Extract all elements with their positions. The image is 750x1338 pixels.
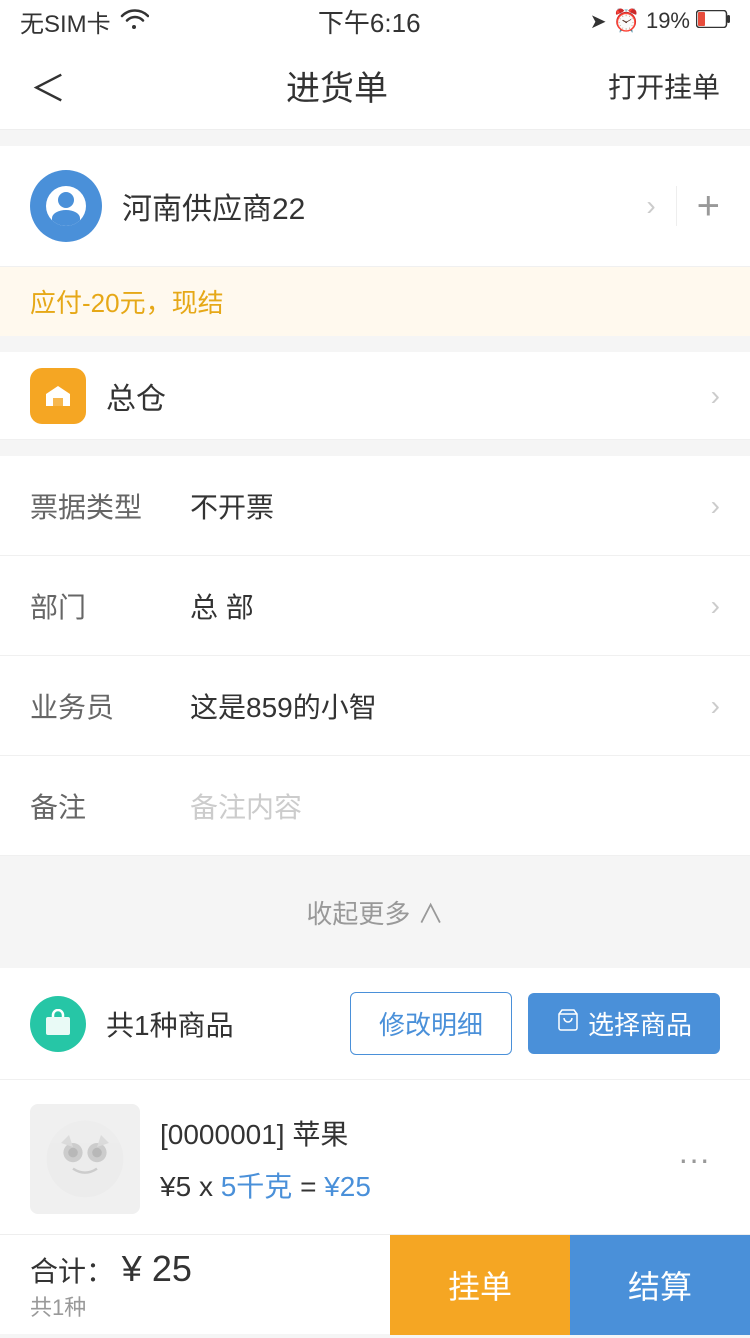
product-equals: = — [300, 1171, 316, 1202]
product-quantity: 5千克 — [221, 1171, 293, 1202]
total-amount: ¥ 25 — [122, 1248, 192, 1289]
supplier-avatar — [30, 170, 102, 242]
salesman-value: 这是859的小智 — [170, 686, 711, 726]
supplier-chevron-icon: › — [646, 190, 655, 222]
status-left: 无SIM卡 — [20, 4, 149, 39]
department-chevron-icon: › — [711, 590, 720, 622]
collapse-bar[interactable]: 收起更多 ∧ — [0, 872, 750, 952]
department-value: 总 部 — [170, 586, 711, 626]
battery-icon — [696, 8, 730, 34]
status-time: 下午6:16 — [318, 3, 421, 40]
warehouse-section[interactable]: 总仓 › — [0, 352, 750, 440]
settle-button[interactable]: 结算 — [570, 1235, 750, 1335]
warehouse-row[interactable]: 总仓 › — [0, 352, 750, 440]
hold-button[interactable]: 挂单 — [390, 1235, 570, 1335]
carrier-label: 无SIM卡 — [20, 4, 111, 39]
bottom-bar: 合计： ¥ 25 共1种 挂单 结算 — [0, 1234, 750, 1334]
warehouse-icon — [30, 368, 86, 424]
supplier-section: 河南供应商22 › + 应付-20元，现结 — [0, 146, 750, 336]
remark-input[interactable]: 备注内容 — [170, 786, 720, 826]
warehouse-name: 总仓 — [106, 374, 711, 418]
ticket-type-value: 不开票 — [170, 486, 711, 526]
department-row[interactable]: 部门 总 部 › — [0, 556, 750, 656]
supplier-name: 河南供应商22 — [122, 184, 646, 228]
product-price: ¥5 x 5千克 = ¥25 — [160, 1165, 668, 1205]
product-unit-price: ¥5 — [160, 1171, 191, 1202]
total-line: 合计： ¥ 25 — [30, 1248, 360, 1290]
product-total: ¥25 — [324, 1171, 371, 1202]
total-section: 合计： ¥ 25 共1种 — [0, 1248, 390, 1322]
supplier-divider — [676, 186, 677, 226]
battery-label: 19% — [646, 8, 690, 34]
ticket-type-row[interactable]: 票据类型 不开票 › — [0, 456, 750, 556]
product-section: 共1种商品 修改明细 选择商品 — [0, 968, 750, 1238]
product-multiply: x — [199, 1171, 213, 1202]
form-section: 票据类型 不开票 › 部门 总 部 › 业务员 这是859的小智 › 备注 备注… — [0, 456, 750, 856]
add-supplier-button[interactable]: + — [697, 186, 720, 226]
product-name: [0000001] 苹果 — [160, 1113, 668, 1153]
total-count: 共1种 — [30, 1290, 360, 1322]
department-label: 部门 — [30, 586, 170, 626]
back-button[interactable]: ＜ — [30, 60, 66, 112]
total-label: 合计： — [30, 1256, 114, 1287]
salesman-label: 业务员 — [30, 686, 170, 726]
page-title: 进货单 — [286, 61, 388, 110]
ticket-type-label: 票据类型 — [30, 486, 170, 526]
salesman-chevron-icon: › — [711, 690, 720, 722]
remark-row[interactable]: 备注 备注内容 — [0, 756, 750, 856]
product-thumbnail — [30, 1104, 140, 1214]
product-item: [0000001] 苹果 ¥5 x 5千克 = ¥25 ··· — [0, 1080, 750, 1238]
open-hold-button[interactable]: 打开挂单 — [608, 66, 720, 106]
avatar-inner — [46, 186, 86, 226]
supplier-notice: 应付-20元，现结 — [0, 267, 750, 336]
status-bar: 无SIM卡 下午6:16 ➤ ⏰ 19% — [0, 0, 750, 42]
product-count-label: 共1种商品 — [106, 1004, 350, 1044]
salesman-row[interactable]: 业务员 这是859的小智 › — [0, 656, 750, 756]
cart-icon — [556, 1008, 580, 1039]
product-header: 共1种商品 修改明细 选择商品 — [0, 968, 750, 1080]
ticket-type-chevron-icon: › — [711, 490, 720, 522]
nav-bar: ＜ 进货单 打开挂单 — [0, 42, 750, 130]
edit-detail-button[interactable]: 修改明细 — [350, 992, 512, 1055]
product-more-button[interactable]: ··· — [668, 1131, 720, 1188]
select-product-button[interactable]: 选择商品 — [528, 993, 720, 1054]
supplier-row[interactable]: 河南供应商22 › + — [0, 146, 750, 267]
product-info: [0000001] 苹果 ¥5 x 5千克 = ¥25 — [160, 1113, 668, 1205]
status-right: ➤ ⏰ 19% — [590, 8, 730, 34]
warehouse-chevron-icon: › — [711, 380, 720, 412]
remark-label: 备注 — [30, 786, 170, 826]
location-icon: ➤ — [590, 9, 607, 34]
product-section-icon — [30, 996, 86, 1052]
select-product-label: 选择商品 — [588, 1005, 692, 1042]
alarm-icon: ⏰ — [613, 8, 640, 34]
wifi-icon — [119, 7, 149, 36]
